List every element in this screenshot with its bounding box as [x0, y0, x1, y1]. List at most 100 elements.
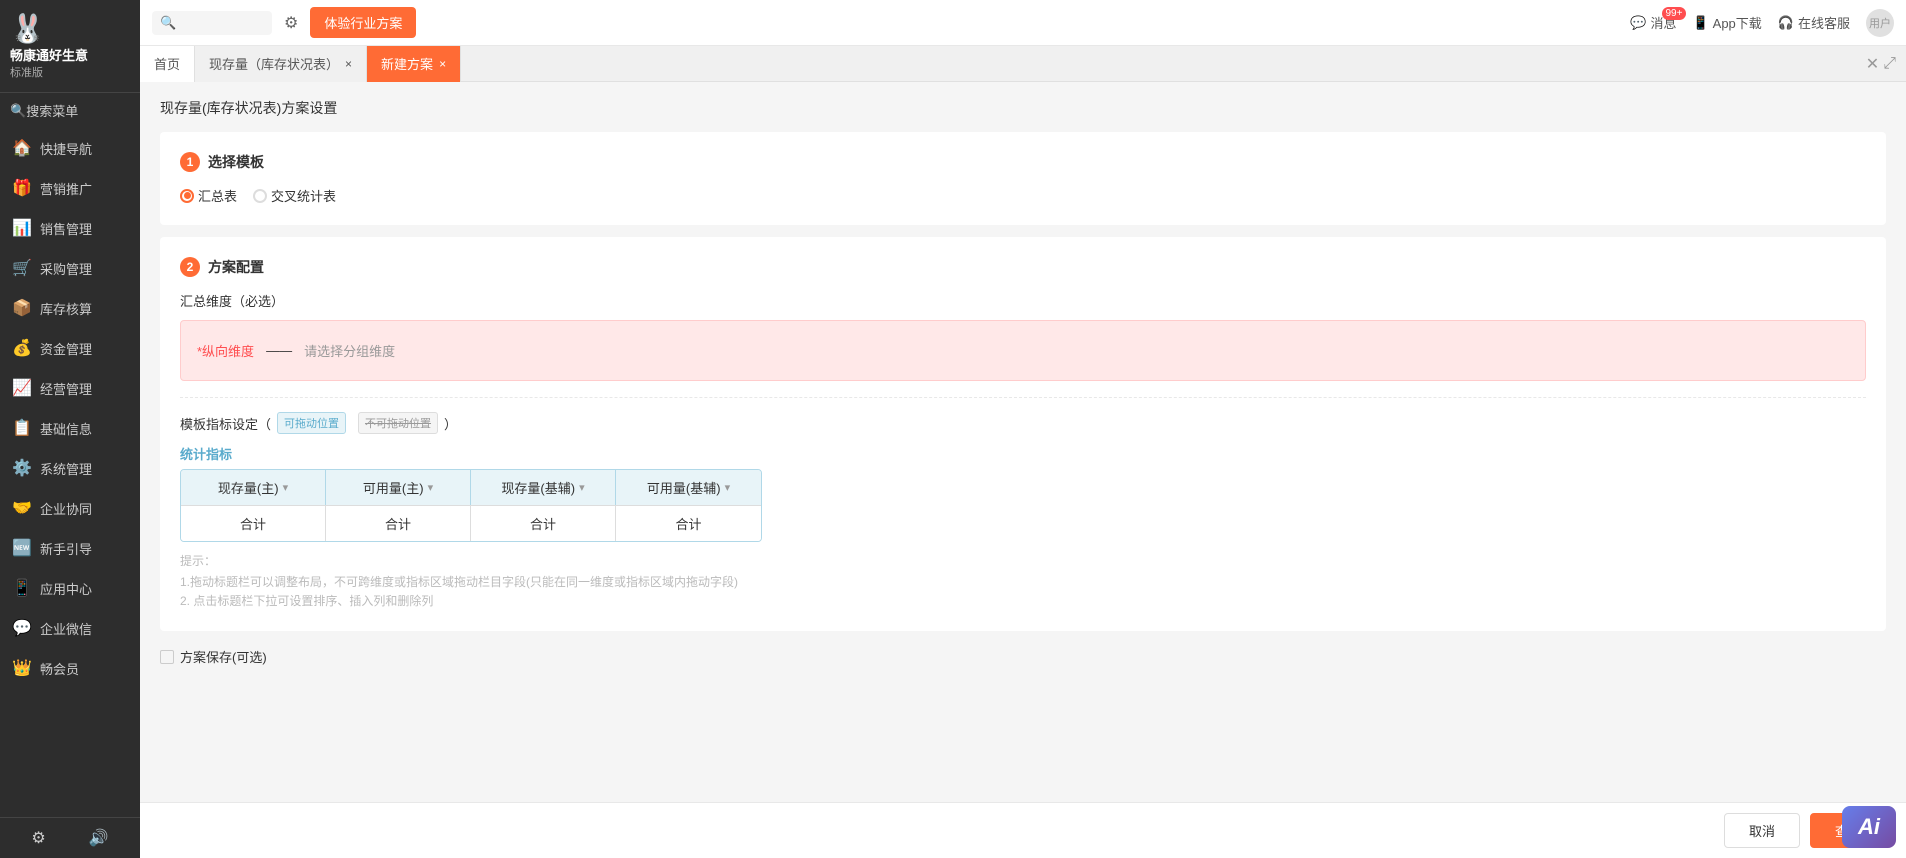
sidebar-item-cooperation[interactable]: 🤝 企业协同	[0, 488, 140, 528]
home-tab-label: 首页	[154, 54, 180, 73]
cell-0-2: 合计	[471, 506, 616, 541]
drag-badge: 可拖动位置	[277, 412, 346, 434]
topbar-search-icon: 🔍	[160, 15, 176, 31]
sidebar-item-basic-info[interactable]: 📋 基础信息	[0, 408, 140, 448]
topbar-search-input[interactable]	[180, 16, 260, 30]
sidebar-item-label: 应用中心	[40, 579, 92, 598]
section2-header: 2 方案配置	[180, 257, 1866, 277]
tabs-bar: 首页 现存量（库存状况表） × 新建方案 × ✕ ⤢	[140, 46, 1906, 82]
sidebar-item-finance[interactable]: 💰 资金管理	[0, 328, 140, 368]
section1-card: 1 选择模板 汇总表 交叉统计表	[160, 132, 1886, 225]
col-chevron-2[interactable]: ▾	[579, 481, 585, 494]
topbar-messages[interactable]: 💬 消息 99+	[1630, 13, 1676, 32]
radio-cross[interactable]: 交叉统计表	[253, 186, 336, 205]
col-header-3: 可用量(基辅) ▾	[616, 470, 761, 505]
phone-icon: 📱	[12, 578, 32, 598]
sidebar-item-wechat[interactable]: 💬 企业微信	[0, 608, 140, 648]
sidebar-item-inventory[interactable]: 📦 库存核算	[0, 288, 140, 328]
radio-cross-dot	[253, 189, 267, 203]
col-chevron-0[interactable]: ▾	[283, 481, 289, 494]
radio-cross-label: 交叉统计表	[271, 186, 336, 205]
col-chevron-3[interactable]: ▾	[725, 481, 731, 494]
indicator-settings-suffix: ）	[444, 414, 457, 433]
sidebar-item-system[interactable]: ⚙️ 系统管理	[0, 448, 140, 488]
new-plan-tab-label: 新建方案	[381, 54, 433, 73]
audio-footer-icon[interactable]: 🔊	[89, 828, 109, 848]
cancel-button[interactable]: 取消	[1724, 813, 1800, 848]
tab-new-plan[interactable]: 新建方案 ×	[367, 46, 461, 82]
sidebar-item-new-guide[interactable]: 🆕 新手引导	[0, 528, 140, 568]
col-header-label-1: 可用量(主)	[363, 478, 424, 497]
tips-item-2: 2. 点击标题栏下拉可设置排序、插入列和删除列	[180, 592, 1866, 609]
settings-footer-icon[interactable]: ⚙	[31, 828, 45, 848]
sidebar-item-operations[interactable]: 📈 经营管理	[0, 368, 140, 408]
section2-title: 方案配置	[208, 257, 264, 277]
tips-box: 提示： 1.拖动标题栏可以调整布局，不可跨维度或指标区域拖动栏目字段(只能在同一…	[180, 552, 1866, 609]
sidebar-item-marketing[interactable]: 🎁 营销推广	[0, 168, 140, 208]
dimension-box[interactable]: *纵向维度 —— 请选择分组维度	[180, 320, 1866, 381]
sidebar-search[interactable]: 🔍 搜索菜单	[0, 93, 140, 128]
sidebar-item-label: 库存核算	[40, 299, 92, 318]
save-checkbox[interactable]	[160, 650, 174, 664]
indicator-settings: 模板指标设定（ 可拖动位置 不可拖动位置 ）	[180, 412, 1866, 434]
chart-icon: 📊	[12, 218, 32, 238]
topbar-gear-icon[interactable]: ⚙	[280, 9, 302, 37]
message-icon: 💬	[1630, 15, 1646, 31]
section2-card: 2 方案配置 汇总维度（必选） *纵向维度 —— 请选择分组维度 模板指标设定（…	[160, 237, 1886, 631]
section1-title: 选择模板	[208, 152, 264, 172]
new-plan-tab-close[interactable]: ×	[439, 57, 446, 71]
minimize-icon[interactable]: ✕	[1866, 54, 1879, 74]
topbar-online-service[interactable]: 🎧 在线客服	[1778, 13, 1850, 32]
col-chevron-1[interactable]: ▾	[428, 481, 434, 494]
box-icon: 📦	[12, 298, 32, 318]
indicator-table-header: 现存量(主) ▾ 可用量(主) ▾ 现存量(基辅) ▾ 可用量(基辅) ▾	[181, 470, 761, 505]
indicator-table: 现存量(主) ▾ 可用量(主) ▾ 现存量(基辅) ▾ 可用量(基辅) ▾	[180, 469, 762, 542]
expand-icon[interactable]: ⤢	[1883, 55, 1896, 73]
cell-val-0-3: 合计	[675, 514, 701, 533]
tips-item-1: 1.拖动标题栏可以调整布局，不可跨维度或指标区域拖动栏目字段(只能在同一维度或指…	[180, 573, 1866, 590]
tab-home[interactable]: 首页	[140, 46, 195, 82]
save-option: 方案保存(可选)	[160, 647, 1886, 666]
industry-btn[interactable]: 体验行业方案	[310, 7, 416, 38]
sidebar-item-label: 快捷导航	[40, 139, 92, 158]
col-header-label-0: 现存量(主)	[218, 478, 279, 497]
col-header-label-2: 现存量(基辅)	[501, 478, 575, 497]
sidebar: 🐰 畅康通好生意 标准版 🔍 搜索菜单 🏠 快捷导航 🎁 营销推广 📊 销售管理…	[0, 0, 140, 858]
cell-0-1: 合计	[326, 506, 471, 541]
no-drag-badge: 不可拖动位置	[358, 412, 438, 434]
ai-badge[interactable]: Ai	[1842, 806, 1896, 848]
sidebar-item-member[interactable]: 👑 畅会员	[0, 648, 140, 688]
cell-val-0-0: 合计	[240, 514, 266, 533]
topbar-search-box[interactable]: 🔍	[152, 11, 272, 35]
user-avatar[interactable]: 用户	[1866, 9, 1894, 37]
sidebar-item-sales[interactable]: 📊 销售管理	[0, 208, 140, 248]
sidebar-item-purchase[interactable]: 🛒 采购管理	[0, 248, 140, 288]
topbar: 🔍 ⚙ 体验行业方案 💬 消息 99+ 📱 App下载 🎧 在线客服 用户	[140, 0, 1906, 46]
tab-inventory[interactable]: 现存量（库存状况表） ×	[195, 46, 367, 82]
wechat-icon: 💬	[12, 618, 32, 638]
inventory-tab-close[interactable]: ×	[345, 57, 352, 71]
indicator-settings-label: 模板指标设定（ 可拖动位置 不可拖动位置 ）	[180, 412, 1866, 434]
crown-icon: 👑	[12, 658, 32, 678]
divider-1	[180, 397, 1866, 398]
sidebar-item-quick-nav[interactable]: 🏠 快捷导航	[0, 128, 140, 168]
sidebar-item-label: 经营管理	[40, 379, 92, 398]
section2-num: 2	[180, 257, 200, 277]
inventory-tab-label: 现存量（库存状况表）	[209, 54, 339, 73]
col-header-label-3: 可用量(基辅)	[647, 478, 721, 497]
section1-num: 1	[180, 152, 200, 172]
dim-placeholder: 请选择分组维度	[304, 341, 395, 360]
sidebar-item-app-center[interactable]: 📱 应用中心	[0, 568, 140, 608]
msg-badge: 99+	[1662, 7, 1687, 20]
gift-icon: 🎁	[12, 178, 32, 198]
cell-0-0: 合计	[181, 506, 326, 541]
sidebar-nav: 🏠 快捷导航 🎁 营销推广 📊 销售管理 🛒 采购管理 📦 库存核算 💰 资金管…	[0, 128, 140, 817]
sidebar-logo: 🐰 畅康通好生意 标准版	[0, 0, 140, 93]
sidebar-footer: ⚙ 🔊	[0, 817, 140, 858]
sidebar-item-label: 企业协同	[40, 499, 92, 518]
radio-summary[interactable]: 汇总表	[180, 186, 237, 205]
col-header-2: 现存量(基辅) ▾	[471, 470, 616, 505]
topbar-app-download[interactable]: 📱 App下载	[1692, 13, 1761, 32]
sidebar-item-label: 畅会员	[40, 659, 79, 678]
phone-icon: 📱	[1692, 15, 1708, 31]
